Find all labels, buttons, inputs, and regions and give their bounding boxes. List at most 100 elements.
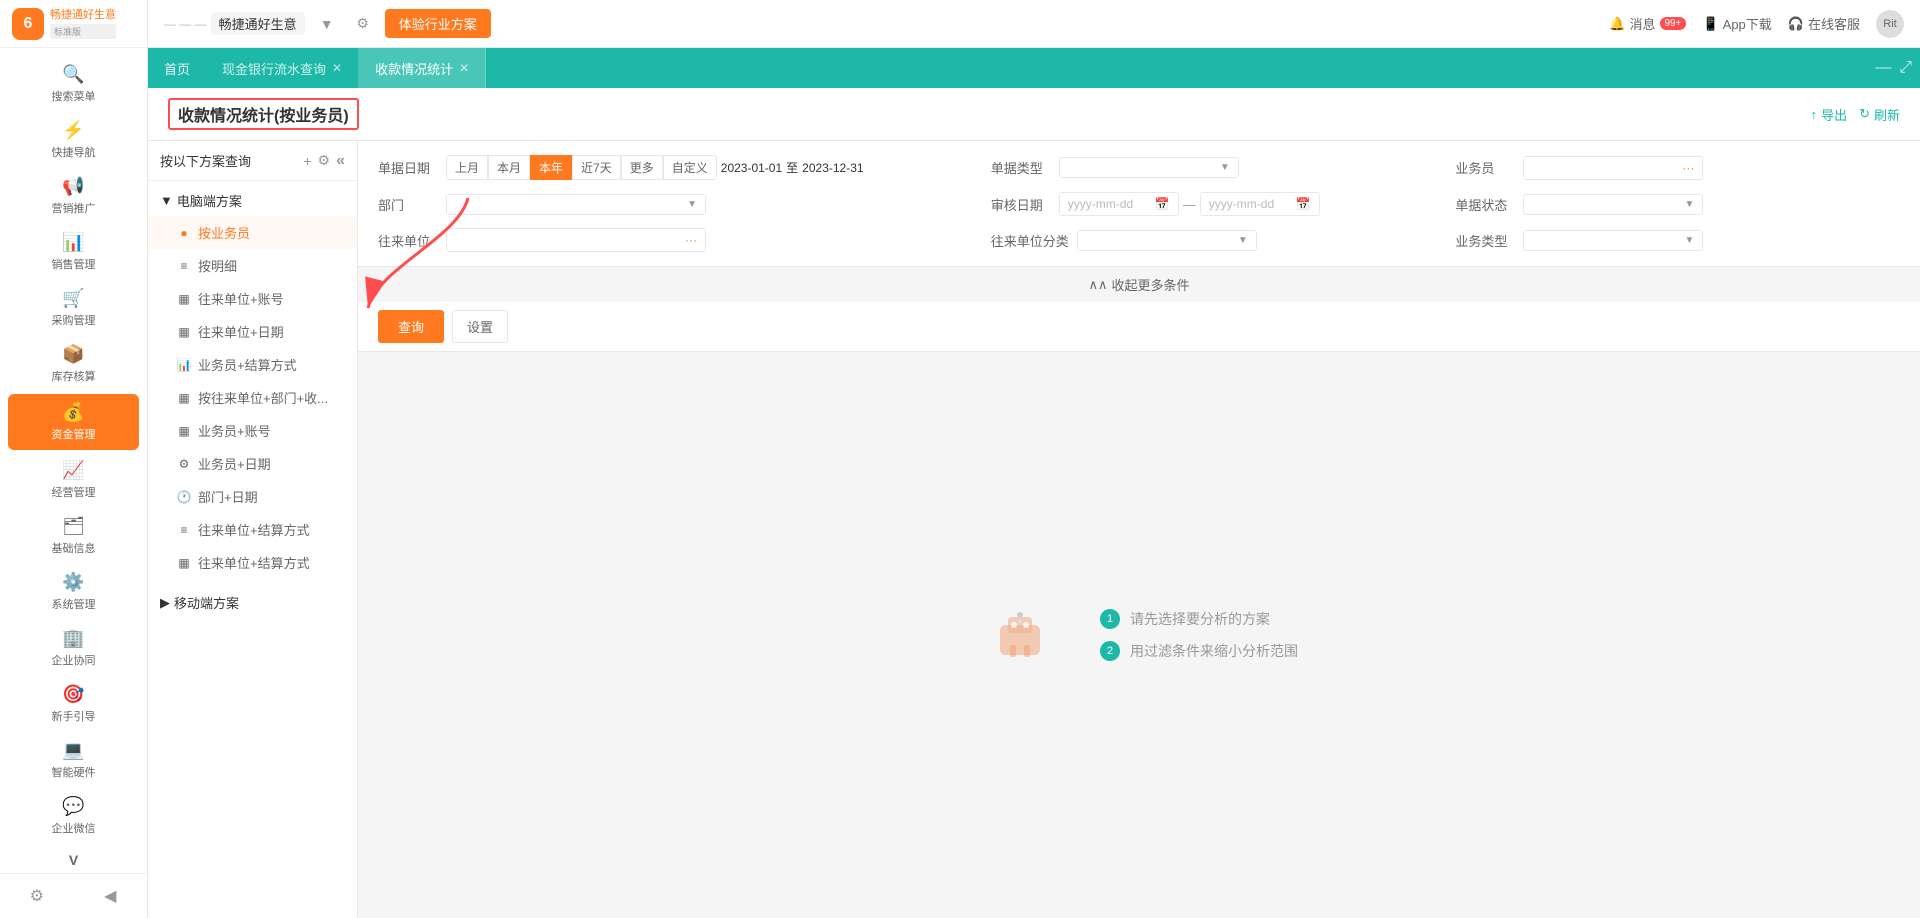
sidebar-collapse-btn[interactable]: ◀ — [96, 882, 124, 910]
salesman-select[interactable]: ··· — [1523, 156, 1703, 180]
sidebar-item-enterprise[interactable]: 🏢 企业协同 — [0, 620, 147, 676]
topbar-dropdown[interactable]: ▼ — [313, 10, 341, 38]
date-tab-custom[interactable]: 自定义 — [663, 155, 717, 180]
sidebar-item-marketing[interactable]: 📢 营销推广 — [0, 168, 147, 224]
trial-btn[interactable]: 体验行业方案 — [385, 9, 491, 38]
quick-nav-icon: ⚡ — [62, 120, 84, 141]
action-bar: 查询 设置 — [358, 302, 1920, 352]
settings-btn[interactable]: 设置 — [452, 310, 508, 343]
query-btn[interactable]: 查询 — [378, 310, 444, 343]
empty-step-2: 2 用过滤条件来缩小分析范围 — [1100, 641, 1298, 661]
scheme-item-salesman-settlement[interactable]: 📊 业务员+结算方式 — [148, 348, 357, 381]
export-btn[interactable]: ↑ 导出 — [1811, 105, 1848, 124]
sidebar-item-basic[interactable]: 🗂 基础信息 — [0, 508, 147, 564]
tab-close-btn[interactable]: ✕ — [459, 61, 469, 75]
review-date-from-input[interactable]: yyyy-mm-dd 📅 — [1059, 192, 1179, 216]
scheme-item-salesman-account[interactable]: ▦ 业务员+账号 — [148, 414, 357, 447]
tab-cash-flow[interactable]: 现金银行流水查询 ✕ — [206, 48, 359, 88]
dept-select[interactable]: ▼ — [446, 194, 706, 215]
mobile-group-title[interactable]: ▶ 移动端方案 — [148, 587, 357, 618]
sidebar-item-label: 营销推广 — [52, 200, 96, 216]
scheme-item-dept-date[interactable]: 🕐 部门+日期 — [148, 480, 357, 513]
step-num-2: 2 — [1100, 641, 1120, 661]
date-from: 2023-01-01 — [721, 161, 782, 175]
sidebar-item-operations[interactable]: 📈 经营管理 — [0, 452, 147, 508]
notification-btn[interactable]: 🔔 消息 99+ — [1609, 14, 1686, 33]
desktop-group-title[interactable]: ▼ 电脑端方案 — [148, 185, 357, 216]
filter-dept-item: 部门 ▼ — [378, 194, 971, 215]
sidebar-item-label: 资金管理 — [52, 426, 96, 442]
topbar: — — — 畅捷通好生意 ▼ ⚙ 体验行业方案 🔔 消息 99+ 📱 — [148, 0, 1920, 48]
sidebar-item-label: 新手引导 — [52, 708, 96, 724]
sidebar-nav: 🔍 搜索菜单 ⚡ 快捷导航 📢 营销推广 📊 销售管理 🛒 采购管理 📦 — [0, 48, 147, 873]
scheme-item-counterparty-settlement-2[interactable]: ▦ 往来单位+结算方式 — [148, 546, 357, 579]
sidebar-item-sales[interactable]: 📊 销售管理 — [0, 224, 147, 280]
data-area: 1 请先选择要分析的方案 2 用过滤条件来缩小分析范围 — [358, 352, 1920, 918]
add-scheme-btn[interactable]: + — [303, 153, 311, 169]
business-type-select[interactable]: ▼ — [1523, 230, 1703, 251]
scheme-item-counterparty-account[interactable]: ▦ 往来单位+账号 — [148, 282, 357, 315]
sidebar-item-wechat[interactable]: 💬 企业微信 — [0, 788, 147, 844]
scheme-item-counterparty-dept[interactable]: ▦ 按往来单位+部门+收... — [148, 381, 357, 414]
sidebar-item-label: 系统管理 — [52, 596, 96, 612]
topbar-gear-btn[interactable]: ⚙ — [349, 10, 377, 38]
salesman-more-btn[interactable]: ··· — [1682, 161, 1694, 175]
scheme-header-title: 按以下方案查询 — [160, 151, 251, 170]
counterparty-select[interactable]: ··· — [446, 228, 706, 252]
scheme-item-detail[interactable]: ≡ 按明细 — [148, 249, 357, 282]
date-tab-7days[interactable]: 近7天 — [572, 155, 621, 180]
chevron-down-icon: ▼ — [160, 193, 173, 208]
voucher-type-select[interactable]: ▼ — [1059, 157, 1239, 178]
tab-minimize-btn[interactable]: — — [1875, 59, 1891, 77]
date-tab-this-month[interactable]: 本月 — [488, 155, 530, 180]
sidebar-settings-btn[interactable]: ⚙ — [23, 882, 51, 910]
sidebar-item-guide[interactable]: 🎯 新手引导 — [0, 676, 147, 732]
sidebar-item-hardware[interactable]: 💻 智能硬件 — [0, 732, 147, 788]
filter-voucher-status-item: 单据状态 ▼ — [1455, 194, 1900, 215]
main-content: — — — 畅捷通好生意 ▼ ⚙ 体验行业方案 🔔 消息 99+ 📱 — [148, 0, 1920, 918]
sidebar-item-search-menu[interactable]: 🔍 搜索菜单 — [0, 56, 147, 112]
collapse-btn[interactable]: ∧∧ 收起更多条件 — [1088, 275, 1189, 294]
sidebar-footer: ⚙ ◀ — [0, 873, 147, 918]
topbar-left: — — — 畅捷通好生意 ▼ ⚙ 体验行业方案 — [164, 9, 491, 38]
sidebar-item-member[interactable]: V 畅会员 — [0, 844, 147, 873]
refresh-btn[interactable]: ↻ 刷新 — [1859, 105, 1900, 124]
tab-close-btn[interactable]: ✕ — [332, 61, 342, 75]
counterparty-category-label: 往来单位分类 — [991, 231, 1069, 250]
scheme-item-salesman[interactable]: ● 按业务员 — [148, 216, 357, 249]
empty-step-1: 1 请先选择要分析的方案 — [1100, 609, 1298, 629]
sidebar-item-inventory[interactable]: 📦 库存核算 — [0, 336, 147, 392]
chevron-down-icon: ▼ — [1684, 235, 1694, 246]
voucher-status-select[interactable]: ▼ — [1523, 194, 1703, 215]
review-date-label: 审核日期 — [991, 195, 1051, 214]
scheme-item-salesman-date[interactable]: ⚙ 业务员+日期 — [148, 447, 357, 480]
user-avatar-btn[interactable]: Rit — [1876, 10, 1904, 38]
sidebar-item-quick-nav[interactable]: ⚡ 快捷导航 — [0, 112, 147, 168]
calendar-icon: 📅 — [1296, 197, 1311, 211]
scheme-item-counterparty-settlement-1[interactable]: ≡ 往来单位+结算方式 — [148, 513, 357, 546]
sidebar-item-finance[interactable]: 💰 资金管理 — [8, 394, 139, 450]
online-service-btn[interactable]: 🎧 在线客服 — [1788, 14, 1860, 33]
sidebar-item-purchase[interactable]: 🛒 采购管理 — [0, 280, 147, 336]
sidebar-item-label: 库存核算 — [52, 368, 96, 384]
app-download-btn[interactable]: 📱 App下载 — [1702, 14, 1771, 33]
list-icon: ≡ — [176, 258, 192, 274]
scheme-item-counterparty-date[interactable]: ▦ 往来单位+日期 — [148, 315, 357, 348]
page-title-actions: ↑ 导出 ↻ 刷新 — [1811, 105, 1900, 124]
tab-maximize-btn[interactable]: ⤢ — [1899, 59, 1912, 77]
date-tab-this-year[interactable]: 本年 — [530, 155, 572, 180]
business-type-label: 业务类型 — [1455, 231, 1515, 250]
empty-robot-icon — [980, 595, 1060, 675]
date-tab-last-month[interactable]: 上月 — [446, 155, 488, 180]
review-date-to-input[interactable]: yyyy-mm-dd 📅 — [1200, 192, 1320, 216]
tab-collection-stats[interactable]: 收款情况统计 ✕ — [359, 48, 486, 88]
scheme-header: 按以下方案查询 + ⚙ « — [148, 141, 357, 181]
counterparty-category-select[interactable]: ▼ — [1077, 230, 1257, 251]
tab-home[interactable]: 首页 — [148, 48, 206, 88]
sidebar-item-system[interactable]: ⚙️ 系统管理 — [0, 564, 147, 620]
tabbar: 首页 现金银行流水查询 ✕ 收款情况统计 ✕ — ⤢ — [148, 48, 1920, 88]
date-tab-more[interactable]: 更多 — [621, 155, 663, 180]
scheme-gear-btn[interactable]: ⚙ — [318, 152, 331, 169]
counterparty-more-btn[interactable]: ··· — [685, 233, 697, 247]
scheme-collapse-btn[interactable]: « — [336, 152, 345, 170]
